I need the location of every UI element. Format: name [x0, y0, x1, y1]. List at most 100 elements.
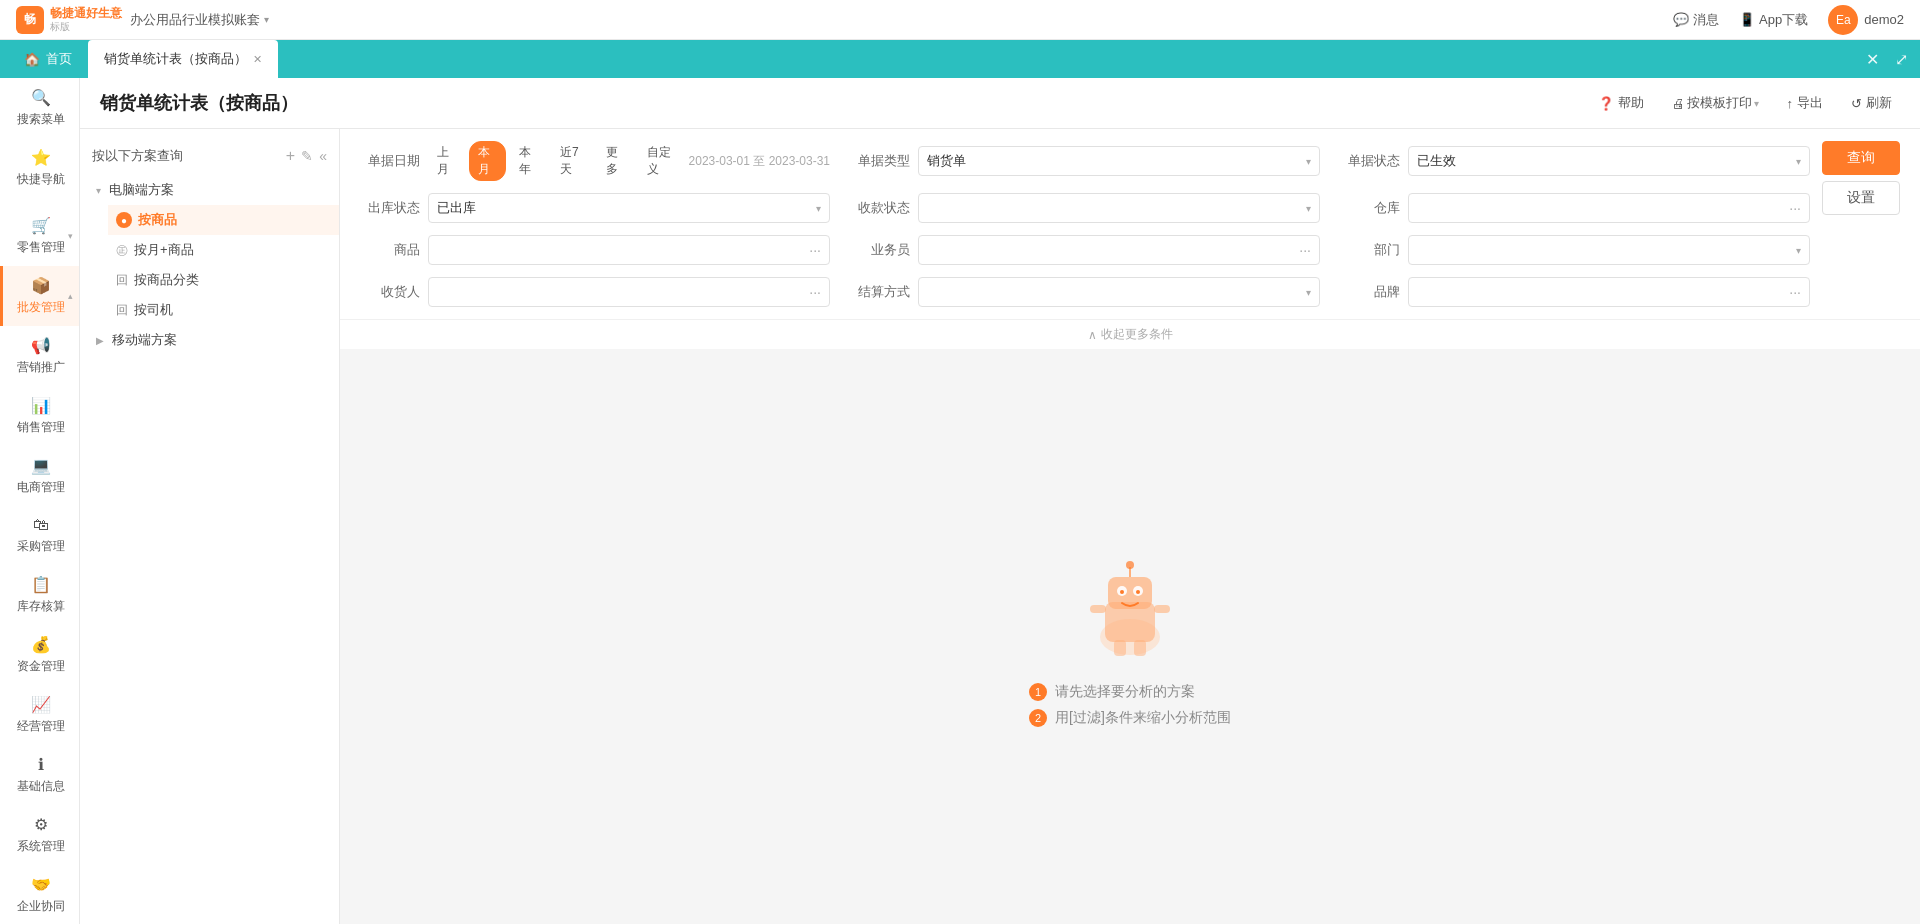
sidebar-item-purchase[interactable]: 🛍 采购管理 [0, 506, 79, 565]
date-custom[interactable]: 自定义 [638, 141, 684, 181]
tree-desktop-section[interactable]: ▾ 电脑端方案 [80, 175, 339, 205]
filter-date-row: 单据日期 上月 本月 本年 近7天 更多 自定义 2023-03-01 至 20… [360, 141, 1810, 181]
recipient-dots-icon[interactable]: ··· [809, 284, 821, 300]
sidebar-item-operations[interactable]: 📈 经营管理 [0, 685, 79, 745]
salesperson-dots-icon[interactable]: ··· [1299, 242, 1311, 258]
warehouse-label: 出库状态 [360, 199, 420, 217]
tab-expand-window[interactable]: ⤢ [1891, 46, 1912, 73]
tab-bar-right: ✕ ⤢ [1862, 46, 1912, 73]
settings-button[interactable]: 设置 [1822, 181, 1900, 215]
sidebar-item-basic[interactable]: ℹ 基础信息 [0, 745, 79, 805]
by-scanner-label: 按司机 [134, 301, 173, 319]
product-control[interactable]: ··· [428, 235, 830, 265]
tab-close-icon[interactable]: ✕ [253, 53, 262, 66]
brand-label: 品牌 [1340, 283, 1400, 301]
by-product-active-icon: ● [116, 212, 132, 228]
refresh-button[interactable]: ↺ 刷新 [1843, 90, 1900, 116]
date-more[interactable]: 更多 [597, 141, 634, 181]
tree-item-by-product[interactable]: ● 按商品 [108, 205, 339, 235]
app-download-button[interactable]: 📱 App下载 [1739, 11, 1808, 29]
workspace-selector[interactable]: 办公用品行业模拟账套 ▾ [130, 11, 269, 29]
filter-brand-item: 品牌 ··· [1340, 277, 1810, 307]
doctype-control[interactable]: 销货单 ▾ [918, 146, 1320, 176]
filter-main: 单据日期 上月 本月 本年 近7天 更多 自定义 2023-03-01 至 20… [360, 141, 1810, 307]
tree-mobile-section[interactable]: ▶ 移动端方案 [80, 325, 339, 355]
filter-product-item: 商品 ··· [360, 235, 830, 265]
sidebar-item-system[interactable]: ⚙ 系统管理 [0, 805, 79, 865]
help-icon: ❓ [1598, 96, 1614, 111]
svg-rect-9 [1090, 605, 1106, 613]
tab-close-window[interactable]: ✕ [1862, 46, 1883, 73]
date-this-month[interactable]: 本月 [469, 141, 506, 181]
export-button[interactable]: ↑ 导出 [1779, 90, 1832, 116]
step-1-num: 1 [1029, 683, 1047, 701]
docstatus-value: 已生效 [1417, 152, 1792, 170]
dept-control[interactable]: ▾ [1408, 235, 1810, 265]
cooperation-icon: 🤝 [31, 875, 51, 894]
sidebar-item-search-menu[interactable]: 🔍 搜索菜单 [0, 78, 79, 138]
panel-collapse-button[interactable]: « [319, 148, 327, 164]
sidebar-item-cooperation[interactable]: 🤝 企业协同 [0, 865, 79, 924]
by-month-product-icon: ㊣ [116, 242, 128, 259]
tree-item-by-month-product[interactable]: ㊣ 按月+商品 [108, 235, 339, 265]
wholesale-icon: 📦 [31, 276, 51, 295]
salesperson-control[interactable]: ··· [918, 235, 1320, 265]
sidebar: 🔍 搜索菜单 ⭐ 快捷导航 🛒 零售管理 ▾ 📦 批发管理 ▴ 📢 营销推广 📊… [0, 78, 80, 924]
product-dots-icon[interactable]: ··· [809, 242, 821, 258]
date-this-year[interactable]: 本年 [510, 141, 547, 181]
collapse-bar[interactable]: ∧ 收起更多条件 [340, 319, 1920, 349]
export-icon: ↑ [1787, 96, 1794, 111]
empty-step-2: 2 用[过滤]条件来缩小分析范围 [1029, 709, 1231, 727]
filter-warehouse2-item: 仓库 ··· [1340, 193, 1810, 223]
date-last-7[interactable]: 近7天 [551, 141, 593, 181]
print-arrow-icon: ▾ [1754, 98, 1759, 109]
sidebar-item-wholesale[interactable]: 📦 批发管理 ▴ [0, 266, 79, 326]
warehouse2-dots-icon[interactable]: ··· [1789, 200, 1801, 216]
warehouse-control[interactable]: 已出库 ▾ [428, 193, 830, 223]
collapse-icon: ∧ [1088, 328, 1097, 342]
date-filter-controls: 上月 本月 本年 近7天 更多 自定义 2023-03-01 至 2023-03… [428, 141, 830, 181]
print-button[interactable]: 🖨 按模板打印 ▾ [1664, 90, 1767, 116]
mobile-expand-icon: ▶ [96, 335, 104, 346]
recipient-control[interactable]: ··· [428, 277, 830, 307]
filter-row-4: 收货人 ··· 结算方式 [360, 277, 1810, 307]
help-button[interactable]: ❓ 帮助 [1590, 90, 1652, 116]
svg-rect-12 [1134, 640, 1146, 656]
sidebar-item-ecommerce[interactable]: 💻 电商管理 [0, 446, 79, 506]
sidebar-item-finance[interactable]: 💰 资金管理 [0, 625, 79, 685]
tree-item-by-category[interactable]: 回 按商品分类 [108, 265, 339, 295]
docstatus-control[interactable]: 已生效 ▾ [1408, 146, 1810, 176]
user-menu[interactable]: Ea demo2 [1828, 5, 1904, 35]
brand-dots-icon[interactable]: ··· [1789, 284, 1801, 300]
settle-control[interactable]: ▾ [918, 277, 1320, 307]
filter-docstatus-item: 单据状态 已生效 ▾ [1340, 146, 1810, 176]
panel-edit-button[interactable]: ✎ [301, 148, 313, 164]
ecommerce-icon: 💻 [31, 456, 51, 475]
doctype-value: 销货单 [927, 152, 1302, 170]
tree-item-by-scanner[interactable]: 回 按司机 [108, 295, 339, 325]
query-button[interactable]: 查询 [1822, 141, 1900, 175]
sidebar-item-quick-nav[interactable]: ⭐ 快捷导航 [0, 138, 79, 198]
sidebar-item-inventory[interactable]: 📋 库存核算 [0, 565, 79, 625]
panel-add-button[interactable]: + [286, 147, 295, 165]
warehouse2-control[interactable]: ··· [1408, 193, 1810, 223]
sidebar-item-marketing[interactable]: 📢 营销推广 [0, 326, 79, 386]
payment-control[interactable]: ▾ [918, 193, 1320, 223]
filter-payment-item: 收款状态 ▾ [850, 193, 1320, 223]
date-last-month[interactable]: 上月 [428, 141, 465, 181]
left-panel: 按以下方案查询 + ✎ « ▾ 电脑端方案 ● 按商品 [80, 129, 340, 924]
message-button[interactable]: 💬 消息 [1673, 11, 1719, 29]
by-product-label: 按商品 [138, 211, 177, 229]
sidebar-item-retail[interactable]: 🛒 零售管理 ▾ [0, 206, 79, 266]
filter-warehouse-item: 出库状态 已出库 ▾ [360, 193, 830, 223]
svg-rect-11 [1114, 640, 1126, 656]
payment-label: 收款状态 [850, 199, 910, 217]
sidebar-item-sales[interactable]: 📊 销售管理 [0, 386, 79, 446]
tab-sales-stat[interactable]: 销货单统计表（按商品） ✕ [88, 40, 278, 78]
settle-label: 结算方式 [850, 283, 910, 301]
brand-control[interactable]: ··· [1408, 277, 1810, 307]
tab-home[interactable]: 🏠 首页 [8, 40, 88, 78]
tree-desktop-children: ● 按商品 ㊣ 按月+商品 回 按商品分类 回 按司机 [80, 205, 339, 325]
doctype-label: 单据类型 [850, 152, 910, 170]
desktop-expand-icon: ▾ [96, 185, 101, 196]
